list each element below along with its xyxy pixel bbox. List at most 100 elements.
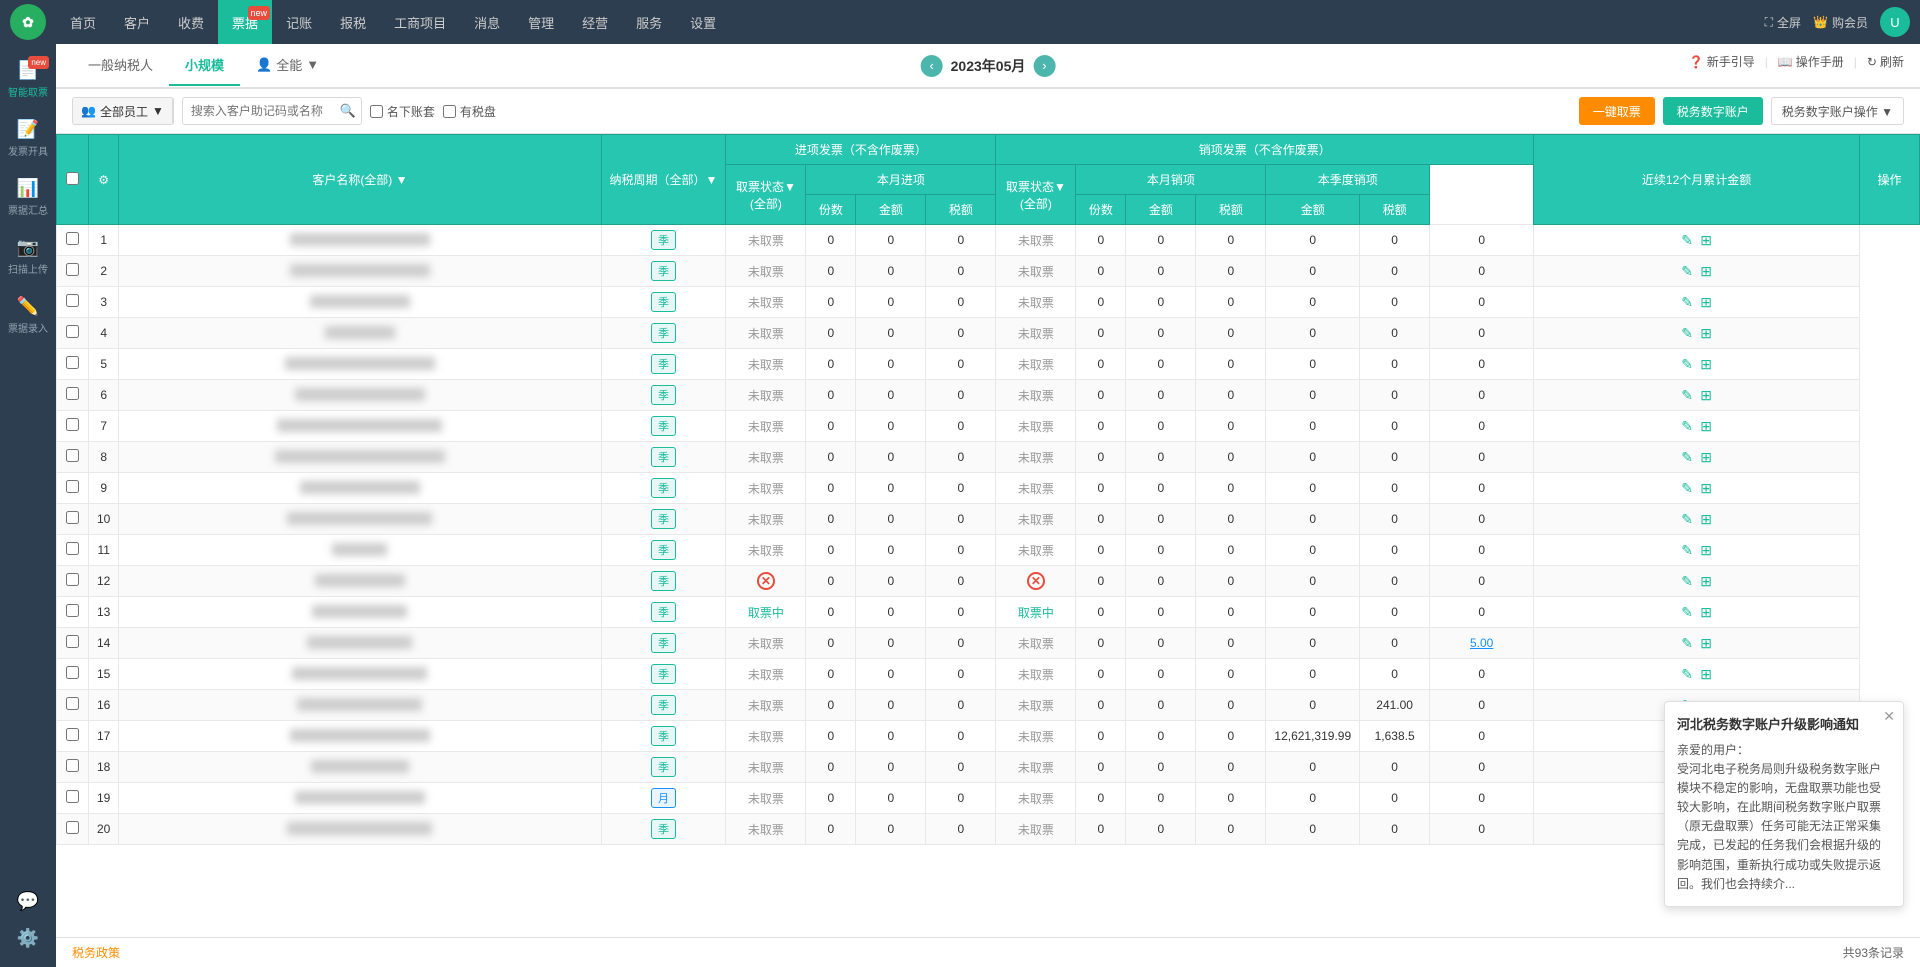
quick-ticket-button[interactable]: 一键取票 (1579, 97, 1655, 125)
sidebar-item-ticket-summary[interactable]: 📊 票据汇总 (3, 170, 53, 225)
header-out-status[interactable]: 取票状态▼(全部) (996, 165, 1076, 225)
copy-icon[interactable]: ⊞ (1700, 325, 1712, 341)
nav-messages[interactable]: 消息 (460, 0, 514, 44)
nav-services[interactable]: 服务 (622, 0, 676, 44)
copy-icon[interactable]: ⊞ (1700, 263, 1712, 279)
search-input[interactable] (182, 97, 362, 125)
row-checkbox[interactable] (66, 263, 79, 276)
copy-icon[interactable]: ⊞ (1700, 604, 1712, 620)
sidebar-item-scan-upload[interactable]: 📷 扫描上传 (3, 229, 53, 284)
nav-billing[interactable]: 收费 (164, 0, 218, 44)
copy-icon[interactable]: ⊞ (1700, 511, 1712, 527)
row-checkbox[interactable] (66, 232, 79, 245)
row-checkbox[interactable] (66, 604, 79, 617)
member-button[interactable]: 👑 购会员 (1813, 14, 1868, 31)
row-checkbox[interactable] (66, 790, 79, 803)
employee-select[interactable]: 👥 全部员工 ▼ (72, 97, 174, 125)
edit-icon[interactable]: ✎ (1681, 418, 1693, 434)
row-checkbox[interactable] (66, 480, 79, 493)
nav-operations[interactable]: 经营 (568, 0, 622, 44)
refresh-button[interactable]: ↻ 刷新 (1867, 53, 1904, 70)
row-out-status: 取票中 (996, 597, 1076, 628)
nav-clients[interactable]: 客户 (110, 0, 164, 44)
tab-general-taxpayer[interactable]: 一般纳税人 (72, 45, 169, 86)
copy-icon[interactable]: ⊞ (1700, 449, 1712, 465)
copy-icon[interactable]: ⊞ (1700, 542, 1712, 558)
row-number: 18 (89, 752, 119, 783)
nav-accounting[interactable]: 记账 (272, 0, 326, 44)
tab-all[interactable]: 👤 全能 ▼ (240, 45, 335, 86)
copy-icon[interactable]: ⊞ (1700, 232, 1712, 248)
header-settings-icon[interactable]: ⚙ (89, 135, 119, 225)
edit-icon[interactable]: ✎ (1681, 480, 1693, 496)
edit-icon[interactable]: ✎ (1681, 635, 1693, 651)
edit-icon[interactable]: ✎ (1681, 294, 1693, 310)
row-checkbox[interactable] (66, 511, 79, 524)
copy-icon[interactable]: ⊞ (1700, 418, 1712, 434)
edit-icon[interactable]: ✎ (1681, 511, 1693, 527)
has-tax-disk-checkbox[interactable] (443, 105, 456, 118)
sub-accounts-checkbox[interactable] (370, 105, 383, 118)
copy-icon[interactable]: ⊞ (1700, 387, 1712, 403)
edit-icon[interactable]: ✎ (1681, 387, 1693, 403)
new-guide-button[interactable]: ❓ 新手引导 (1689, 53, 1755, 70)
row-checkbox[interactable] (66, 325, 79, 338)
copy-icon[interactable]: ⊞ (1700, 356, 1712, 372)
edit-icon[interactable]: ✎ (1681, 666, 1693, 682)
tax-account-operations-button[interactable]: 税务数字账户操作 ▼ (1771, 97, 1904, 125)
manual-button[interactable]: 📖 操作手册 (1778, 53, 1844, 70)
edit-icon[interactable]: ✎ (1681, 356, 1693, 372)
row-checkbox[interactable] (66, 821, 79, 834)
row-checkbox[interactable] (66, 294, 79, 307)
nav-management[interactable]: 管理 (514, 0, 568, 44)
row-checkbox[interactable] (66, 666, 79, 679)
copy-icon[interactable]: ⊞ (1700, 666, 1712, 682)
select-all-checkbox[interactable] (66, 172, 79, 185)
tab-small-scale[interactable]: 小规模 (169, 45, 240, 86)
sidebar-item-smart-ticket[interactable]: 📄 智能取票 new (3, 52, 53, 107)
row-checkbox[interactable] (66, 542, 79, 555)
fullscreen-button[interactable]: ⛶ 全屏 (1765, 14, 1801, 31)
popup-close-button[interactable]: ✕ (1883, 708, 1895, 725)
copy-icon[interactable]: ⊞ (1700, 573, 1712, 589)
header-client-name[interactable]: 客户名称(全部) ▼ (119, 135, 601, 225)
row-checkbox[interactable] (66, 449, 79, 462)
sidebar-item-ticket-entry[interactable]: ✏️ 票据录入 (3, 288, 53, 343)
row-checkbox[interactable] (66, 728, 79, 741)
header-tax-period[interactable]: 纳税周期（全部）▼ (601, 135, 726, 225)
edit-icon[interactable]: ✎ (1681, 263, 1693, 279)
copy-icon[interactable]: ⊞ (1700, 635, 1712, 651)
checkbox-has-tax-disk[interactable]: 有税盘 (443, 103, 496, 120)
sidebar-item-system-settings[interactable]: ⚙️ (3, 920, 53, 957)
edit-icon[interactable]: ✎ (1681, 325, 1693, 341)
row-checkbox[interactable] (66, 759, 79, 772)
sidebar-item-chat[interactable]: 💬 (3, 883, 53, 920)
row-checkbox[interactable] (66, 356, 79, 369)
row-checkbox[interactable] (66, 573, 79, 586)
nav-tax[interactable]: 报税 (326, 0, 380, 44)
nav-business[interactable]: 工商项目 (380, 0, 460, 44)
checkbox-sub-accounts[interactable]: 名下账套 (370, 103, 435, 120)
nav-settings[interactable]: 设置 (676, 0, 730, 44)
avatar[interactable]: U (1880, 7, 1910, 37)
edit-icon[interactable]: ✎ (1681, 573, 1693, 589)
row-checkbox[interactable] (66, 387, 79, 400)
nav-home[interactable]: 首页 (56, 0, 110, 44)
sidebar-item-invoice-issue[interactable]: 📝 发票开具 (3, 111, 53, 166)
edit-icon[interactable]: ✎ (1681, 232, 1693, 248)
row-checkbox[interactable] (66, 697, 79, 710)
next-month-button[interactable]: › (1033, 55, 1055, 77)
tax-account-button[interactable]: 税务数字账户 (1663, 97, 1763, 125)
copy-icon[interactable]: ⊞ (1700, 480, 1712, 496)
search-icon[interactable]: 🔍 (340, 103, 356, 119)
header-in-status[interactable]: 取票状态▼(全部) (726, 165, 806, 225)
edit-icon[interactable]: ✎ (1681, 449, 1693, 465)
edit-icon[interactable]: ✎ (1681, 604, 1693, 620)
row-checkbox[interactable] (66, 418, 79, 431)
edit-icon[interactable]: ✎ (1681, 542, 1693, 558)
row-checkbox[interactable] (66, 635, 79, 648)
copy-icon[interactable]: ⊞ (1700, 294, 1712, 310)
nav-tickets[interactable]: 票据 new (218, 0, 272, 44)
prev-month-button[interactable]: ‹ (921, 55, 943, 77)
tax-policy-link[interactable]: 税务政策 (72, 944, 120, 961)
